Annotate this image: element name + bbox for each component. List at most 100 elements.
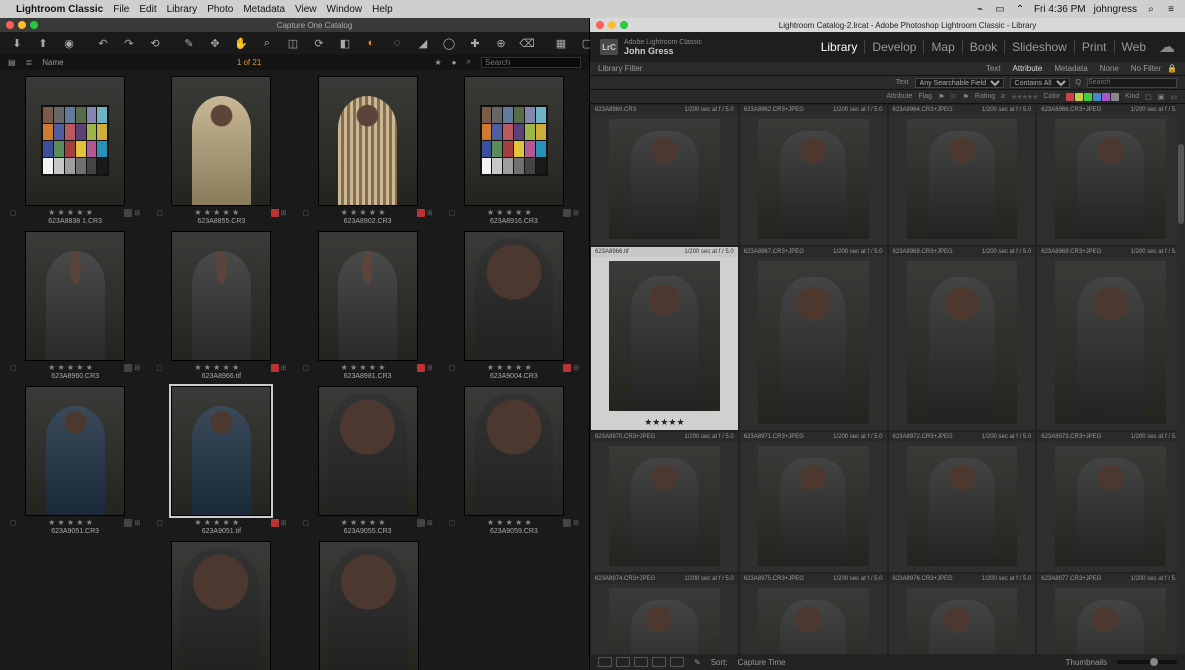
variant-icon[interactable]: ⊞ xyxy=(427,364,433,372)
color-label-icon[interactable] xyxy=(417,364,425,372)
right-grid[interactable]: 623A8960.CR31/200 sec at f / 5.0623A8962… xyxy=(590,104,1185,654)
grid-cell[interactable]: 623A8968.CR3+JPEG1/200 sec at f / 5.0 xyxy=(888,246,1037,431)
sort-value[interactable]: Capture Time xyxy=(738,658,786,667)
hand-icon[interactable]: ✋ xyxy=(232,34,250,52)
grid-cell[interactable]: 623A8962.CR3+JPEG1/200 sec at f / 5.0 xyxy=(739,104,888,246)
rating-geq-icon[interactable]: ≥ xyxy=(1001,93,1005,100)
grid-cell[interactable]: 623A8974.CR3+JPEG1/200 sec at f / 5.0 xyxy=(590,573,739,654)
thumbnail[interactable] xyxy=(1055,119,1166,239)
grid-cell[interactable]: 623A8975.CR3+JPEG1/200 sec at f / 5.0 xyxy=(739,573,888,654)
left-search-input[interactable] xyxy=(481,57,581,68)
color-label-icon[interactable] xyxy=(271,519,279,527)
grid-cell[interactable]: ▢★ ★ ★ ★ ★⊞623A8916.CR3 xyxy=(445,76,583,227)
rating-stars[interactable]: ★ ★ ★ ★ ★ xyxy=(341,363,386,372)
pick-flag-icon[interactable]: ▢ xyxy=(449,209,456,217)
close-icon[interactable] xyxy=(596,21,604,29)
grid-cell[interactable]: 623A8977.CR3+JPEG1/200 sec at f / 5.0 xyxy=(1036,573,1185,654)
keystone-icon[interactable]: ◧ xyxy=(336,34,354,52)
painter-icon[interactable]: ✎ xyxy=(694,658,701,667)
thumbnail[interactable] xyxy=(319,541,419,670)
module-library[interactable]: Library xyxy=(814,40,865,54)
pick-flag-icon[interactable]: ▢ xyxy=(156,364,163,372)
kind-virtual-icon[interactable]: ▣ xyxy=(1158,93,1165,101)
flag-picked-icon[interactable]: ⚑ xyxy=(938,93,944,101)
crop-icon[interactable]: ◫ xyxy=(284,34,302,52)
thumbnail[interactable] xyxy=(318,76,418,206)
pick-flag-icon[interactable]: ▢ xyxy=(156,519,163,527)
grid-cell[interactable]: ▢★ ★ ★ ★ ★⊞623A9004.CR3 xyxy=(445,231,583,382)
thumbnail[interactable] xyxy=(758,446,869,566)
import-icon[interactable]: ⬇ xyxy=(8,34,26,52)
thumbnail[interactable] xyxy=(464,76,564,206)
capture-icon[interactable]: ◉ xyxy=(60,34,78,52)
pick-flag-icon[interactable]: ▢ xyxy=(449,519,456,527)
people-mode-icon[interactable] xyxy=(670,657,684,667)
color-label-icon[interactable] xyxy=(563,519,571,527)
pick-flag-icon[interactable]: ▢ xyxy=(303,364,310,372)
menu-window[interactable]: Window xyxy=(327,4,363,15)
brush-icon[interactable]: ✎ xyxy=(180,34,198,52)
pick-flag-icon[interactable]: ▢ xyxy=(10,519,17,527)
cursor-icon[interactable]: ✥ xyxy=(206,34,224,52)
grid-cell[interactable]: ▢★ ★ ★ ★ ★⊞623A9065.CR3 xyxy=(151,541,291,670)
thumbnail[interactable] xyxy=(25,76,125,206)
variant-icon[interactable]: ⊞ xyxy=(573,364,579,372)
thumbnail[interactable] xyxy=(171,76,271,206)
thumbnail[interactable] xyxy=(758,119,869,239)
pick-flag-icon[interactable]: ▢ xyxy=(156,209,163,217)
pick-flag-icon[interactable]: ▢ xyxy=(449,364,456,372)
app-name[interactable]: Lightroom Classic xyxy=(16,4,103,15)
color-filter[interactable] xyxy=(1066,93,1119,101)
search-rule-select[interactable]: Contains All xyxy=(1010,78,1070,88)
grid-view-icon[interactable]: ▦ xyxy=(552,34,570,52)
thumbnail[interactable] xyxy=(1055,588,1166,654)
thumbnail[interactable] xyxy=(907,261,1018,424)
loupe-mode-icon[interactable] xyxy=(616,657,630,667)
rating-stars[interactable]: ★★★★★ xyxy=(1011,93,1037,101)
cloud-sync-icon[interactable]: ☁ xyxy=(1159,37,1175,57)
survey-mode-icon[interactable] xyxy=(652,657,666,667)
menu-photo[interactable]: Photo xyxy=(207,4,233,15)
module-develop[interactable]: Develop xyxy=(864,40,923,54)
max-icon[interactable] xyxy=(30,21,38,29)
color-label-icon[interactable] xyxy=(417,209,425,217)
color-label-icon[interactable] xyxy=(563,209,571,217)
thumbnail[interactable] xyxy=(907,446,1018,566)
color-label-icon[interactable] xyxy=(124,519,132,527)
thumbnail[interactable] xyxy=(318,386,418,516)
thumbnail[interactable] xyxy=(171,386,271,516)
variant-icon[interactable]: ⊞ xyxy=(427,209,433,217)
rating-stars[interactable]: ★ ★ ★ ★ ★ xyxy=(487,363,532,372)
thumbnail[interactable] xyxy=(609,119,720,239)
grid-cell[interactable]: 623A8973.CR3+JPEG1/200 sec at f / 5.0 xyxy=(1036,431,1185,573)
module-slideshow[interactable]: Slideshow xyxy=(1004,40,1074,54)
thumbnail[interactable] xyxy=(907,119,1018,239)
grid-cell[interactable]: 623A8960.CR31/200 sec at f / 5.0 xyxy=(590,104,739,246)
thumbnail[interactable] xyxy=(907,588,1018,654)
filter-attribute[interactable]: Attribute xyxy=(1013,64,1043,73)
filter-metadata[interactable]: Metadata xyxy=(1054,64,1087,73)
rating-stars[interactable]: ★ ★ ★ ★ ★ xyxy=(48,208,93,217)
grid-cell[interactable]: ▢★ ★ ★ ★ ★⊞623A8966.tif xyxy=(152,231,290,382)
menu-file[interactable]: File xyxy=(113,4,129,15)
rating-stars[interactable]: ★ ★ ★ ★ ★ xyxy=(194,363,239,372)
thumbnail[interactable] xyxy=(758,588,869,654)
redo-icon[interactable]: ↷ xyxy=(120,34,138,52)
pick-flag-icon[interactable]: ▢ xyxy=(303,519,310,527)
grid-cell[interactable]: ▢★ ★ ★ ★ ★⊞623A8855.CR3 xyxy=(152,76,290,227)
rating-stars[interactable]: ★ ★ ★ ★ ★ xyxy=(48,363,93,372)
grid-cell[interactable]: 623A8970.CR3+JPEG1/200 sec at f / 5.0 xyxy=(590,431,739,573)
variant-icon[interactable]: ⊞ xyxy=(134,364,140,372)
min-icon[interactable] xyxy=(18,21,26,29)
rating-stars[interactable]: ★★★★★ xyxy=(591,417,738,430)
rating-stars[interactable]: ★ ★ ★ ★ ★ xyxy=(194,518,239,527)
color-label-icon[interactable] xyxy=(271,209,279,217)
module-book[interactable]: Book xyxy=(962,40,1004,54)
thumbnail[interactable] xyxy=(1055,446,1166,566)
rating-stars[interactable]: ★ ★ ★ ★ ★ xyxy=(341,208,386,217)
rating-stars[interactable]: ★ ★ ★ ★ ★ xyxy=(487,208,532,217)
grid-cell[interactable]: 623A8964.CR3+JPEG1/200 sec at f / 5.0 xyxy=(888,104,1037,246)
pick-flag-icon[interactable]: ▢ xyxy=(10,364,17,372)
close-icon[interactable] xyxy=(6,21,14,29)
thumbnail[interactable] xyxy=(609,261,720,411)
